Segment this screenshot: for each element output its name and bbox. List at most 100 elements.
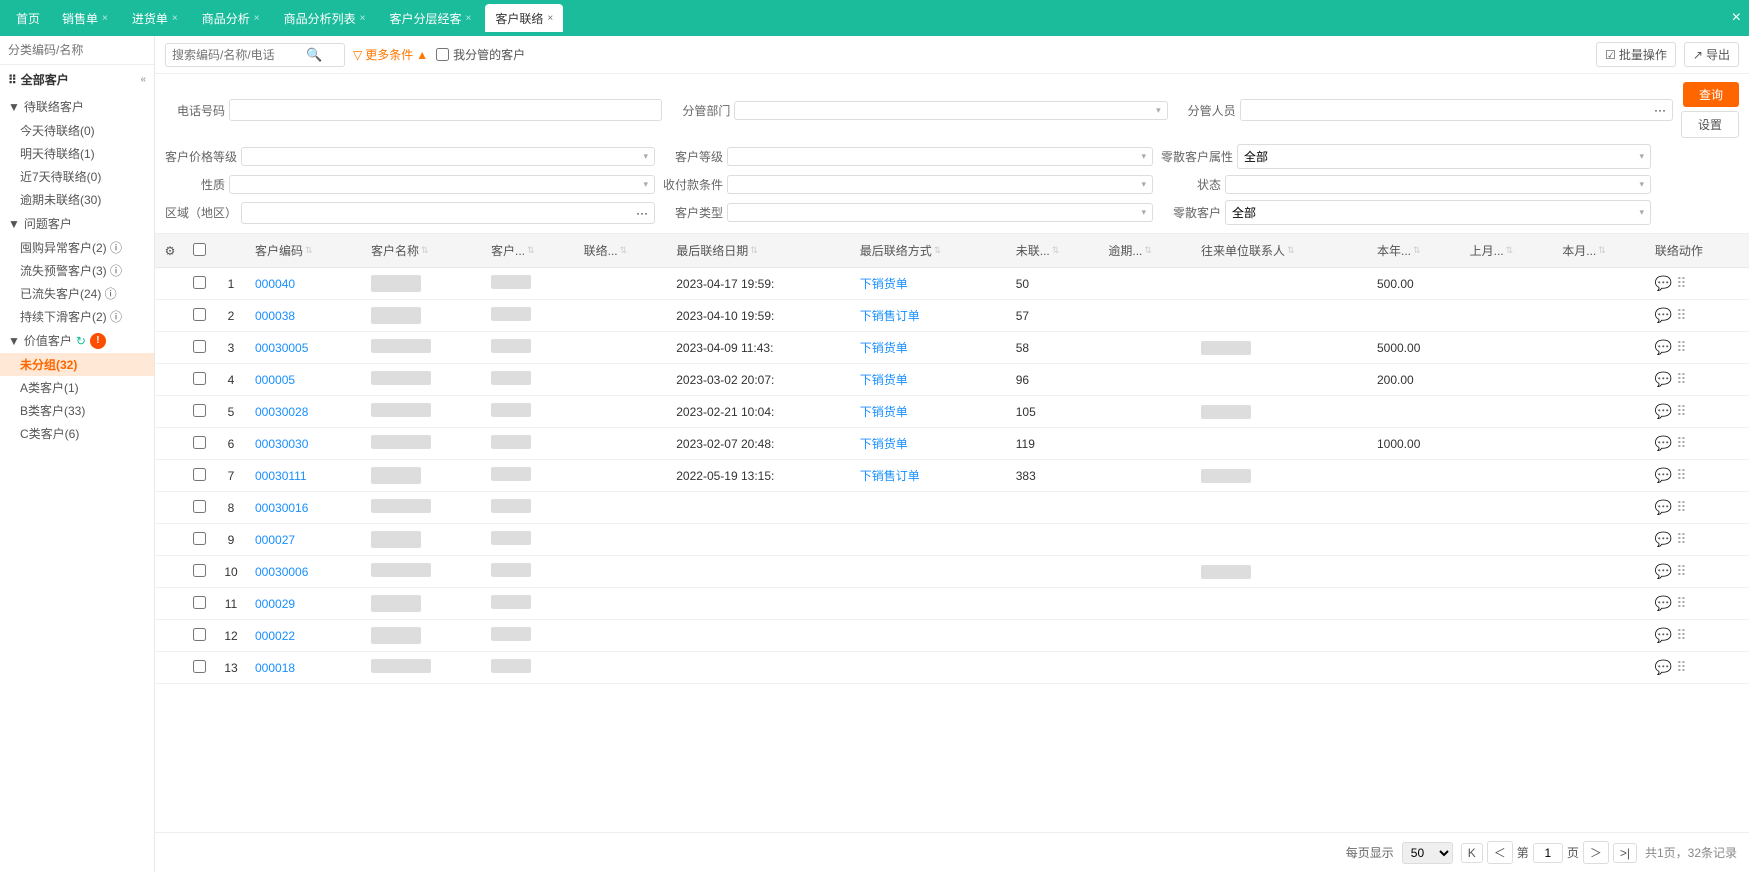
row-code[interactable]: 000040 [249, 268, 365, 300]
phone-input[interactable] [229, 99, 662, 121]
chat-icon[interactable]: 💬 [1655, 595, 1672, 612]
customer-type-select[interactable]: ▾ [727, 203, 1153, 222]
row-code[interactable]: 00030005 [249, 332, 365, 364]
sidebar-item-declining[interactable]: 持续下滑客户(2) ⓘ [0, 305, 154, 328]
sidebar-collapse-icon[interactable]: « [140, 74, 146, 85]
th-unit-contact[interactable]: 往来单位联系人⇅ [1195, 234, 1371, 268]
sidebar-item-classA[interactable]: A类客户(1) [0, 376, 154, 399]
customer-level-select[interactable]: ▾ [727, 147, 1153, 166]
row-checkbox[interactable] [193, 532, 206, 545]
row-checkbox[interactable] [193, 628, 206, 641]
sidebar-search-input[interactable] [8, 43, 155, 57]
contact-type-link[interactable]: 下销货单 [860, 373, 908, 387]
row-code[interactable]: 000029 [249, 588, 365, 620]
row-checkbox[interactable] [193, 340, 206, 353]
nav-tab-sales[interactable]: 销售单 × [52, 4, 118, 32]
sidebar-item-classB[interactable]: B类客户(33) [0, 399, 154, 422]
nav-tab-analysis[interactable]: 商品分析 × [192, 4, 270, 32]
prev-page-button[interactable]: ＜ [1487, 841, 1513, 864]
row-checkbox[interactable] [193, 276, 206, 289]
contact-type-link[interactable]: 下销售订单 [860, 469, 920, 483]
batch-operation-button[interactable]: ☑ 批量操作 [1596, 42, 1676, 67]
row-code[interactable]: 00030016 [249, 492, 365, 524]
th-this-month[interactable]: 本月...⇅ [1556, 234, 1649, 268]
select-all-checkbox[interactable] [193, 243, 206, 256]
grid-action-icon[interactable]: ⠿ [1676, 627, 1686, 644]
grid-action-icon[interactable]: ⠿ [1676, 595, 1686, 612]
contact-type-link[interactable]: 下销货单 [860, 437, 908, 451]
chat-icon[interactable]: 💬 [1655, 627, 1672, 644]
chat-icon[interactable]: 💬 [1655, 563, 1672, 580]
chat-icon[interactable]: 💬 [1655, 371, 1672, 388]
th-this-year[interactable]: 本年...⇅ [1371, 234, 1464, 268]
th-settings[interactable]: ⚙ [155, 234, 185, 268]
row-check[interactable] [185, 524, 213, 556]
nav-home[interactable]: 首页 [8, 10, 48, 27]
th-check[interactable] [185, 234, 213, 268]
row-check[interactable] [185, 300, 213, 332]
row-check[interactable] [185, 332, 213, 364]
chat-icon[interactable]: 💬 [1655, 531, 1672, 548]
sidebar-group-pending[interactable]: ▼ 待联络客户 [0, 94, 154, 119]
th-name[interactable]: 客户名称⇅ [365, 234, 485, 268]
my-customers-checkbox[interactable]: 我分管的客户 [436, 46, 525, 63]
payment-select[interactable]: ▾ [727, 175, 1153, 194]
price-level-select[interactable]: ▾ [241, 147, 655, 166]
row-check[interactable] [185, 364, 213, 396]
chat-icon[interactable]: 💬 [1655, 467, 1672, 484]
nav-tab-customer-contact[interactable]: 客户联络 × [485, 4, 563, 32]
sidebar-item-overdue[interactable]: 逾期未联络(30) [0, 188, 154, 211]
close-icon[interactable]: × [254, 13, 260, 24]
chat-icon[interactable]: 💬 [1655, 659, 1672, 676]
last-page-button[interactable]: >| [1613, 843, 1637, 863]
first-page-button[interactable]: K [1461, 843, 1483, 863]
row-code[interactable]: 000022 [249, 620, 365, 652]
per-page-select[interactable]: 50 20 100 [1402, 842, 1453, 864]
status-select[interactable]: ▾ [1225, 175, 1651, 194]
close-icon[interactable]: × [360, 13, 366, 24]
next-page-button[interactable]: ＞ [1583, 841, 1609, 864]
dept-select[interactable]: ▾ [734, 101, 1167, 120]
contact-type-link[interactable]: 下销货单 [860, 277, 908, 291]
close-icon[interactable]: × [547, 13, 553, 24]
sidebar-item-abnormal[interactable]: 囤购异常客户(2) ⓘ [0, 236, 154, 259]
row-check[interactable] [185, 268, 213, 300]
th-type[interactable]: 客户...⇅ [485, 234, 578, 268]
row-check[interactable] [185, 620, 213, 652]
close-icon[interactable]: × [102, 13, 108, 24]
refresh-icon[interactable]: ↻ [76, 334, 86, 348]
grid-action-icon[interactable]: ⠿ [1676, 339, 1686, 356]
manager-more[interactable]: ··· [1240, 99, 1673, 121]
my-customers-check[interactable] [436, 48, 449, 61]
grid-action-icon[interactable]: ⠿ [1676, 403, 1686, 420]
grid-action-icon[interactable]: ⠿ [1676, 659, 1686, 676]
sidebar-item-churn-warning[interactable]: 流失预警客户(3) ⓘ [0, 259, 154, 282]
th-contact[interactable]: 联络...⇅ [578, 234, 671, 268]
th-code[interactable]: 客户编码⇅ [249, 234, 365, 268]
main-search-input[interactable] [172, 48, 302, 62]
row-checkbox[interactable] [193, 372, 206, 385]
row-code[interactable]: 000038 [249, 300, 365, 332]
sidebar-group-problem[interactable]: ▼ 问题客户 [0, 211, 154, 236]
row-checkbox[interactable] [193, 404, 206, 417]
grid-action-icon[interactable]: ⠿ [1676, 563, 1686, 580]
chat-icon[interactable]: 💬 [1655, 435, 1672, 452]
row-code[interactable]: 00030006 [249, 556, 365, 588]
chat-icon[interactable]: 💬 [1655, 275, 1672, 292]
nav-tab-purchase[interactable]: 进货单 × [122, 4, 188, 32]
close-icon[interactable]: × [465, 13, 471, 24]
sidebar-item-churned[interactable]: 已流失客户(24) ⓘ [0, 282, 154, 305]
row-check[interactable] [185, 588, 213, 620]
row-check[interactable] [185, 428, 213, 460]
sidebar-item-classC[interactable]: C类客户(6) [0, 422, 154, 445]
nav-tab-customer-layer[interactable]: 客户分层经客 × [379, 4, 481, 32]
row-code[interactable]: 00030111 [249, 460, 365, 492]
th-overdue[interactable]: 逾期...⇅ [1102, 234, 1195, 268]
contact-type-link[interactable]: 下销售订单 [860, 309, 920, 323]
row-check[interactable] [185, 460, 213, 492]
sidebar-all-customers[interactable]: ⠿ 全部客户 « [0, 65, 154, 94]
row-checkbox[interactable] [193, 564, 206, 577]
th-last-contact-date[interactable]: 最后联络日期⇅ [670, 234, 854, 268]
main-search-icon[interactable]: 🔍 [306, 47, 322, 63]
row-code[interactable]: 000027 [249, 524, 365, 556]
